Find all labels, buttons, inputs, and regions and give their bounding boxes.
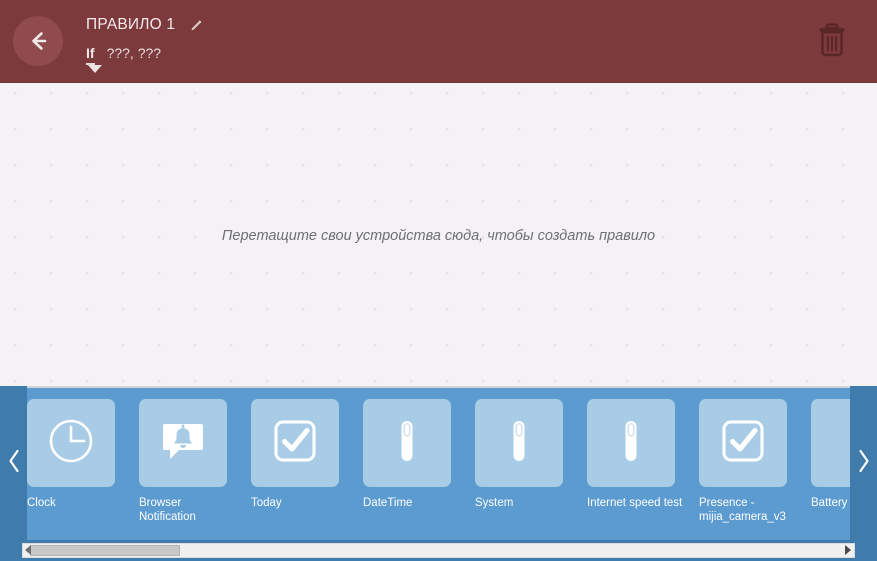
device-tile-icon-box[interactable] [699,399,787,487]
chevron-left-icon [6,448,22,479]
condition-type-dropdown[interactable]: If [86,45,102,73]
page-title: ПРАВИЛО 1 [86,16,176,33]
device-tile-label: Today [251,497,282,509]
horizontal-scrollbar[interactable] [0,540,877,561]
checkbox-checked-icon [267,413,323,474]
caret-down-icon [88,65,102,73]
device-tile[interactable]: Presence - mijia_camera_v3 [699,399,787,524]
trash-icon [815,21,849,64]
device-tile[interactable]: Today [251,399,339,510]
tray-prev-button[interactable] [0,386,27,540]
device-tile[interactable]: Internet speed test [587,399,682,510]
condition-value[interactable]: ???, ??? [107,45,162,62]
device-tray: Clock Browser Notification Today DateTime Sy… [0,386,877,540]
condition-row: If ???, ??? [86,45,204,73]
device-tile[interactable]: Clock [27,399,115,510]
device-tile-icon-box[interactable] [587,399,675,487]
device-tile[interactable]: Browser Notification [139,399,227,524]
back-button[interactable] [13,16,63,66]
sensor-pill-icon [491,413,547,474]
device-tile[interactable]: DateTime [363,399,451,510]
app-header: ПРАВИЛО 1 If ???, ??? [0,0,877,83]
device-tile-icon-box[interactable] [251,399,339,487]
device-tile-label: Browser Notification [139,497,196,523]
scroll-left-arrow-icon[interactable] [25,545,31,555]
device-tile-label: DateTime [363,497,413,509]
scrollbar-track[interactable] [22,543,855,558]
pencil-icon[interactable] [189,18,204,33]
rule-canvas[interactable]: Перетащите свои устройства сюда, чтобы с… [0,83,877,386]
device-tile-icon-box[interactable] [139,399,227,487]
device-tile-icon-box[interactable] [475,399,563,487]
canvas-hint-text: Перетащите свои устройства сюда, чтобы с… [221,228,656,244]
clock-icon [43,413,99,474]
device-tile-label: Internet speed test [587,497,683,509]
device-tile[interactable]: System [475,399,563,510]
device-tile-icon-box[interactable] [363,399,451,487]
arrow-left-icon [25,28,51,54]
header-title-block: ПРАВИЛО 1 If ???, ??? [86,14,204,73]
checkbox-checked-icon [715,413,771,474]
device-tile-label: System [475,497,514,509]
scrollbar-thumb[interactable] [30,545,180,556]
condition-type-label: If [86,46,95,65]
device-tile-label: Clock [27,497,56,509]
sensor-pill-icon [603,413,659,474]
chevron-right-icon [856,448,872,479]
sensor-pill-icon [379,413,435,474]
scroll-right-arrow-icon[interactable] [845,545,851,555]
device-tile-strip[interactable]: Clock Browser Notification Today DateTime Sy… [27,386,877,540]
device-tile-label: Presence - mijia_camera_v3 [699,497,786,523]
tray-next-button[interactable] [850,386,877,540]
rule-editor-screen: ПРАВИЛО 1 If ???, ??? Перетащите свои ус… [0,0,877,561]
device-tile-icon-box[interactable] [27,399,115,487]
bell-notification-icon [155,413,211,474]
rule-title-row: ПРАВИЛО 1 [86,14,204,36]
delete-rule-button[interactable] [809,18,855,66]
